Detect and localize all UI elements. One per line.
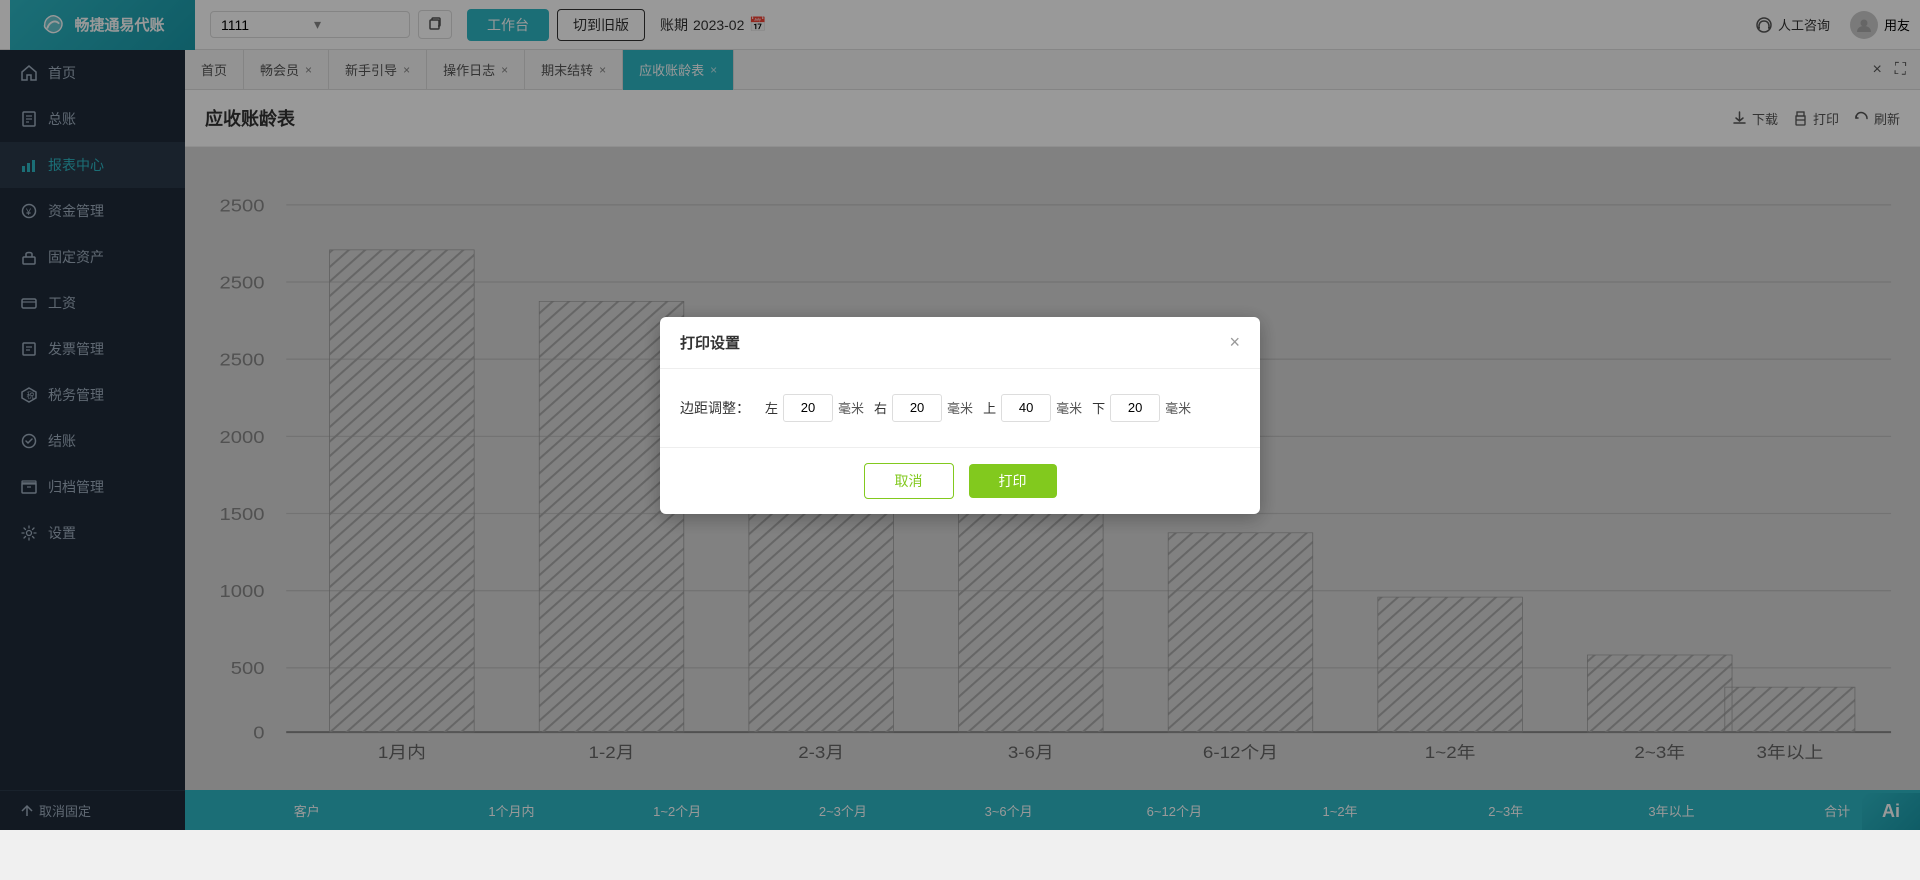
bottom-margin-input[interactable]	[1110, 394, 1160, 422]
right-direction-label: 右	[874, 398, 887, 417]
bottom-unit: 毫米	[1165, 398, 1191, 417]
print-settings-dialog: 打印设置 × 边距调整： 左 毫米 右 毫米 上 毫米	[660, 317, 1260, 514]
left-margin-input[interactable]	[783, 394, 833, 422]
modal-header: 打印设置 ×	[660, 317, 1260, 369]
right-margin-input[interactable]	[892, 394, 942, 422]
cancel-button[interactable]: 取消	[864, 463, 954, 499]
left-margin-group: 左 毫米	[765, 394, 864, 422]
margin-label: 边距调整：	[680, 398, 750, 418]
modal-footer: 取消 打印	[660, 447, 1260, 514]
confirm-print-button[interactable]: 打印	[969, 464, 1057, 498]
right-margin-group: 右 毫米	[874, 394, 973, 422]
modal-close-button[interactable]: ×	[1229, 332, 1240, 353]
top-margin-input[interactable]	[1001, 394, 1051, 422]
modal-body: 边距调整： 左 毫米 右 毫米 上 毫米 下	[660, 369, 1260, 447]
modal-title: 打印设置	[680, 332, 740, 353]
left-unit: 毫米	[838, 398, 864, 417]
margin-row: 边距调整： 左 毫米 右 毫米 上 毫米 下	[680, 394, 1240, 422]
bottom-margin-group: 下 毫米	[1092, 394, 1191, 422]
top-direction-label: 上	[983, 398, 996, 417]
right-unit: 毫米	[947, 398, 973, 417]
bottom-direction-label: 下	[1092, 398, 1105, 417]
modal-overlay: 打印设置 × 边距调整： 左 毫米 右 毫米 上 毫米	[0, 0, 1920, 830]
top-unit: 毫米	[1056, 398, 1082, 417]
top-margin-group: 上 毫米	[983, 394, 1082, 422]
left-direction-label: 左	[765, 398, 778, 417]
